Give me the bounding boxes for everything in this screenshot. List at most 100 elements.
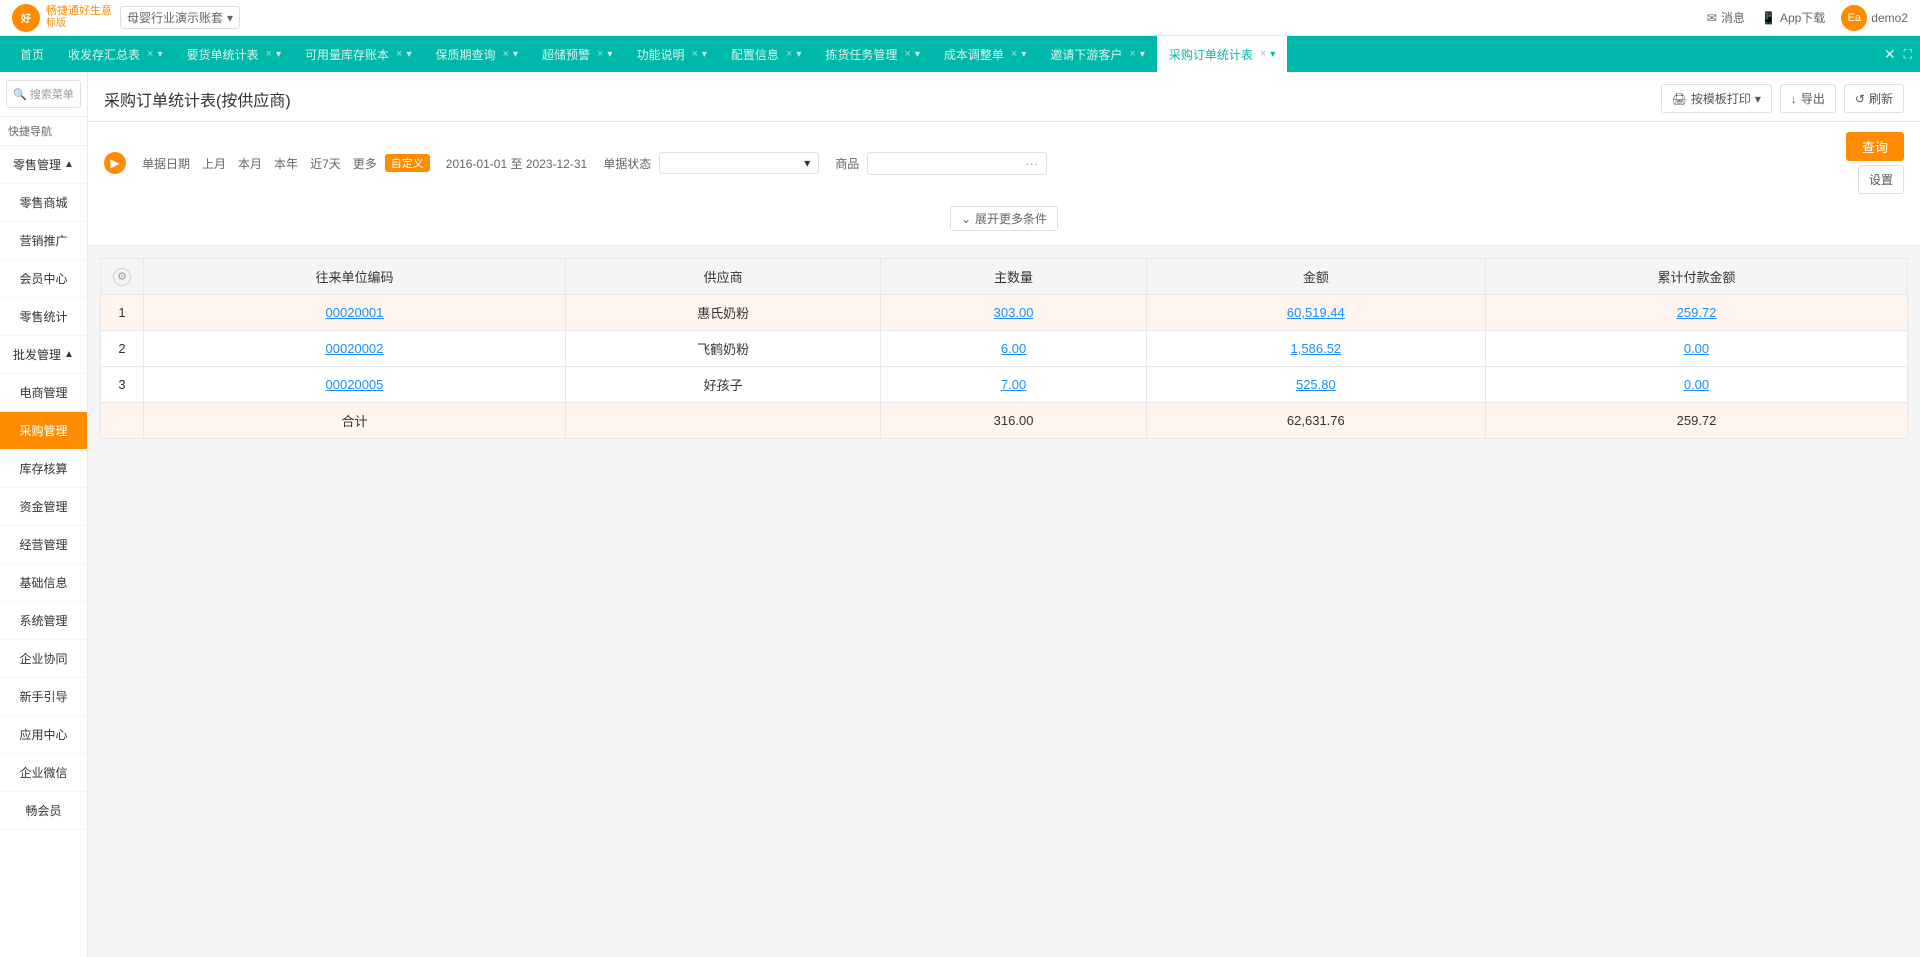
sidebar-item-retail-mgmt[interactable]: 零售管理 ▲: [0, 146, 87, 184]
filter-area: ▶ 单据日期 上月 本月 本年 近7天 更多 自定义 2016-01-01 至 …: [88, 122, 1920, 246]
search-menu-button[interactable]: 🔍 搜索菜单: [6, 80, 81, 108]
sidebar-item-app-center[interactable]: 应用中心: [0, 716, 87, 754]
chevron-down-icon[interactable]: ▾: [1021, 49, 1026, 60]
tab-cost-adjust[interactable]: 成本调整单 × ▾: [932, 36, 1038, 72]
chevron-down-icon[interactable]: ▾: [276, 49, 281, 60]
footer-empty2: [565, 403, 880, 439]
chevron-down-icon[interactable]: ▾: [1270, 49, 1275, 60]
print-button[interactable]: 🖨 按模板打印 ▾: [1661, 84, 1772, 113]
shortcut-last-month[interactable]: 上月: [198, 153, 230, 174]
row-code: 00020001: [144, 295, 566, 331]
chevron-down-icon[interactable]: ▾: [157, 49, 162, 60]
sidebar-item-retail-mall[interactable]: 零售商城: [0, 184, 87, 222]
search-icon: 🔍: [13, 88, 27, 101]
tab-function-desc[interactable]: 功能说明 × ▾: [624, 36, 718, 72]
export-button[interactable]: ↓ 导出: [1780, 84, 1836, 113]
tab-config-info[interactable]: 配置信息 × ▾: [719, 36, 813, 72]
filter-date-group: 单据日期 上月 本月 本年 近7天 更多 自定义: [142, 153, 430, 174]
message-action[interactable]: ✉ 消息: [1707, 9, 1745, 26]
sidebar-item-purchase-mgmt[interactable]: 采购管理: [0, 412, 87, 450]
sidebar-item-inventory[interactable]: 库存核算: [0, 450, 87, 488]
shortcut-more[interactable]: 更多: [349, 153, 381, 174]
date-range-display: 2016-01-01 至 2023-12-31: [446, 155, 587, 172]
message-icon: ✉: [1707, 11, 1717, 25]
table-row: 2 00020002 飞鹤奶粉 6.00 1,586.52 0.00: [101, 331, 1908, 367]
workspace-selector[interactable]: 母婴行业演示账套 ▾: [120, 6, 240, 29]
sidebar-item-ecommerce[interactable]: 电商管理: [0, 374, 87, 412]
shortcut-this-year[interactable]: 本年: [270, 153, 302, 174]
tab-home[interactable]: 首页: [8, 36, 56, 72]
sidebar-item-wholesale-mgmt[interactable]: 批发管理 ▲: [0, 336, 87, 374]
sidebar-item-retail-stats[interactable]: 零售统计: [0, 298, 87, 336]
close-icon[interactable]: ×: [1260, 48, 1266, 60]
avatar: Ea: [1841, 5, 1867, 31]
app-download-action[interactable]: 📱 App下载: [1761, 9, 1825, 26]
chevron-down-icon[interactable]: ▾: [607, 49, 612, 60]
tab-purchase-order-stats[interactable]: 采购订单统计表 × ▾: [1157, 36, 1287, 72]
chevron-down-icon: ▾: [227, 11, 233, 25]
query-button[interactable]: 查询: [1846, 132, 1904, 161]
close-icon[interactable]: ×: [786, 48, 792, 60]
row-code: 00020002: [144, 331, 566, 367]
window-close-button[interactable]: ✕: [1884, 46, 1896, 63]
chevron-down-icon: ▾: [804, 156, 810, 170]
refresh-button[interactable]: ↺ 刷新: [1844, 84, 1904, 113]
sidebar-item-member-center[interactable]: 会员中心: [0, 260, 87, 298]
close-icon[interactable]: ×: [266, 48, 272, 60]
page-title: 采购订单统计表(按供应商): [104, 87, 291, 111]
user-profile[interactable]: Ea demo2: [1841, 5, 1908, 31]
col-qty: 主数量: [881, 259, 1146, 295]
close-icon[interactable]: ×: [691, 48, 697, 60]
tab-pick-task[interactable]: 拣货任务管理 × ▾: [813, 36, 931, 72]
tab-overstock-warning[interactable]: 超储预警 × ▾: [530, 36, 624, 72]
sidebar-item-operations[interactable]: 经营管理: [0, 526, 87, 564]
row-paid: 0.00: [1486, 331, 1908, 367]
close-icon[interactable]: ×: [502, 48, 508, 60]
row-amount: 60,519.44: [1146, 295, 1485, 331]
shortcut-this-month[interactable]: 本月: [234, 153, 266, 174]
sidebar-item-enterprise-collab[interactable]: 企业协同: [0, 640, 87, 678]
filter-toggle-button[interactable]: ▶: [104, 152, 126, 174]
chevron-down-icon: ⌄: [961, 212, 971, 226]
sidebar-search-area: 🔍 搜索菜单: [0, 72, 87, 117]
top-bar-left: 好 畅捷通好生意 标版 母婴行业演示账套 ▾: [12, 4, 240, 32]
tab-inventory-book[interactable]: 可用量库存账本 × ▾: [293, 36, 423, 72]
row-qty: 6.00: [881, 331, 1146, 367]
sidebar-item-enterprise-wechat[interactable]: 企业微信: [0, 754, 87, 792]
tab-order-stats[interactable]: 要货单统计表 × ▾: [175, 36, 293, 72]
custom-date-badge[interactable]: 自定义: [385, 154, 430, 172]
table-header-row: ⚙ 往来单位编码 供应商 主数量 金额 累计付款金额: [101, 259, 1908, 295]
sidebar-item-finance[interactable]: 资金管理: [0, 488, 87, 526]
chevron-down-icon[interactable]: ▾: [915, 49, 920, 60]
settings-button[interactable]: 设置: [1858, 165, 1904, 194]
expand-conditions-button[interactable]: ⌄ 展开更多条件: [950, 206, 1058, 231]
close-icon[interactable]: ×: [1011, 48, 1017, 60]
sidebar-item-system-mgmt[interactable]: 系统管理: [0, 602, 87, 640]
tab-expiry-query[interactable]: 保质期查询 × ▾: [423, 36, 529, 72]
chevron-down-icon[interactable]: ▾: [513, 49, 518, 60]
chevron-down-icon[interactable]: ▾: [1140, 49, 1145, 60]
shortcut-7days[interactable]: 近7天: [306, 153, 345, 174]
chevron-down-icon[interactable]: ▾: [406, 49, 411, 60]
status-select[interactable]: ▾: [659, 152, 819, 174]
sidebar-item-basic-info[interactable]: 基础信息: [0, 564, 87, 602]
tab-receive-summary[interactable]: 收发存汇总表 × ▾: [56, 36, 174, 72]
chevron-down-icon[interactable]: ▾: [796, 49, 801, 60]
row-no: 2: [101, 331, 144, 367]
window-maximize-button[interactable]: ⛶: [1904, 47, 1912, 62]
close-icon[interactable]: ×: [147, 48, 153, 60]
chevron-down-icon[interactable]: ▾: [702, 49, 707, 60]
sidebar-item-shortcut[interactable]: 快捷导航: [0, 117, 87, 146]
column-settings-icon[interactable]: ⚙: [113, 268, 131, 286]
tab-invite-downstream[interactable]: 邀请下游客户 × ▾: [1038, 36, 1156, 72]
sidebar-item-marketing[interactable]: 营销推广: [0, 222, 87, 260]
ellipsis-icon[interactable]: ···: [1025, 156, 1038, 171]
close-icon[interactable]: ×: [1129, 48, 1135, 60]
close-icon[interactable]: ×: [597, 48, 603, 60]
close-icon[interactable]: ×: [904, 48, 910, 60]
sidebar-item-newbie-guide[interactable]: 新手引导: [0, 678, 87, 716]
close-icon[interactable]: ×: [396, 48, 402, 60]
row-paid: 259.72: [1486, 295, 1908, 331]
print-icon: 🖨: [1672, 92, 1687, 106]
sidebar-item-member-vip[interactable]: 畅会员: [0, 792, 87, 830]
